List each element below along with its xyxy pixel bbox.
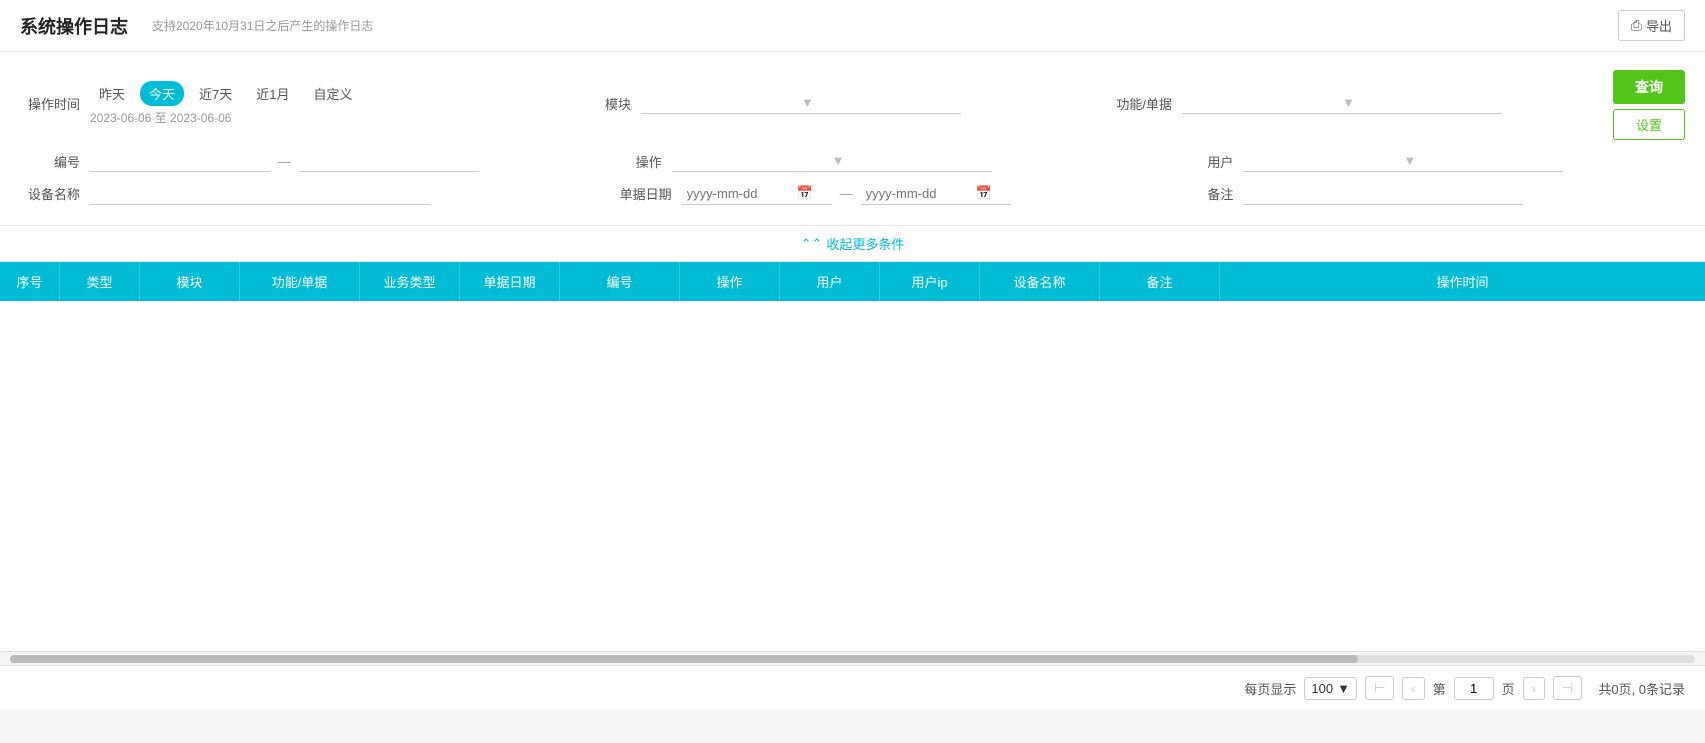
remark-label: 备注 [1163,184,1243,203]
time-filter-group: 操作时间 昨天 今天 近7天 近1月 自定义 2023-06-06 至 2023… [20,81,511,126]
col-type: 类型 [60,262,140,301]
col-module: 模块 [140,262,240,301]
number-start-input[interactable] [90,150,270,172]
function-label: 功能/单据 [1102,94,1182,113]
date-end-wrap: 📅 [861,182,1011,205]
last-page-button[interactable]: ⊣ [1553,676,1582,700]
filter-row-2: 编号 — 操作 ▼ 用户 ▼ [20,150,1685,172]
page-size-value: 100 [1311,681,1333,696]
user-label: 用户 [1163,152,1243,171]
col-device: 设备名称 [980,262,1100,301]
calendar-start-icon[interactable]: 📅 [797,185,813,201]
col-function: 功能/单据 [240,262,360,301]
time-btn-7days[interactable]: 近7天 [190,81,241,106]
export-icon: ⎙ [1631,17,1642,34]
col-code: 编号 [560,262,680,301]
col-date: 单据日期 [460,262,560,301]
page-header: 系统操作日志 支持2020年10月31日之后产生的操作日志 ⎙ 导出 [0,0,1705,52]
empty-state [0,301,1705,651]
col-remark: 备注 [1100,262,1220,301]
page-size-label: 每页显示 [1244,679,1296,698]
operation-filter-group: 操作 ▼ [602,150,1124,172]
collapse-chevron-icon: ⌃⌃ [801,236,823,252]
horizontal-scrollbar[interactable] [0,651,1705,665]
function-filter-group: 功能/单据 ▼ [1102,92,1593,114]
pagination-bar: 每页显示 100 ▼ ⊢ ‹ 第 页 › ⊣ 共0页, 0条记录 [0,665,1705,710]
date-end-input[interactable] [866,186,976,201]
time-btn-yesterday[interactable]: 昨天 [90,81,134,106]
export-button[interactable]: ⎙ 导出 [1618,10,1685,41]
date-start-wrap: 📅 [682,182,832,205]
col-number: 序号 [0,262,60,301]
user-dropdown[interactable]: ▼ [1243,150,1563,172]
settings-button[interactable]: 设置 [1613,109,1685,140]
page-size-select[interactable]: 100 ▼ [1304,677,1357,700]
time-range-text: 2023-06-06 至 2023-06-06 [90,109,362,126]
time-btn-today[interactable]: 今天 [140,81,184,106]
module-label: 模块 [571,94,641,113]
date-filter-group: 单据日期 📅 — 📅 [602,182,1124,205]
filter-row-1: 操作时间 昨天 今天 近7天 近1月 自定义 2023-06-06 至 2023… [20,66,1685,140]
device-filter-group: 设备名称 [20,183,542,205]
col-user: 用户 [780,262,880,301]
scrollbar-thumb[interactable] [10,655,1358,663]
user-arrow-icon: ▼ [1403,153,1558,168]
scrollbar-track [10,655,1695,663]
number-dash: — [278,154,291,169]
table-container: 序号 类型 模块 功能/单据 业务类型 单据日期 编号 操作 用户 用户ip 设… [0,262,1705,651]
next-page-button[interactable]: › [1523,677,1545,700]
time-options: 昨天 今天 近7天 近1月 自定义 [90,81,362,106]
time-btn-custom[interactable]: 自定义 [305,81,362,106]
date-start-input[interactable] [687,186,797,201]
function-arrow-icon: ▼ [1342,95,1497,110]
operation-label: 操作 [602,152,672,171]
time-btn-1month[interactable]: 近1月 [247,81,298,106]
module-dropdown[interactable]: ▼ [641,92,961,114]
action-buttons: 查询 设置 [1593,70,1685,140]
query-button[interactable]: 查询 [1613,70,1685,104]
remark-filter-group: 备注 [1163,183,1685,205]
collapse-bar[interactable]: ⌃⌃ 收起更多条件 [0,226,1705,262]
time-label: 操作时间 [20,94,90,113]
function-dropdown[interactable]: ▼ [1182,92,1502,114]
operation-arrow-icon: ▼ [832,153,987,168]
date-dash: — [840,186,853,201]
number-label: 编号 [20,152,90,171]
prev-page-button[interactable]: ‹ [1402,677,1424,700]
first-page-button[interactable]: ⊢ [1365,676,1394,700]
filter-row-3: 设备名称 单据日期 📅 — 📅 备注 [20,182,1685,205]
page-label: 第 [1433,679,1446,698]
user-filter-group: 用户 ▼ [1163,150,1685,172]
collapse-label: 收起更多条件 [826,234,904,253]
total-text: 共0页, 0条记录 [1598,679,1685,698]
device-label: 设备名称 [20,184,90,203]
page-title: 系统操作日志 [20,13,128,39]
number-filter-group: 编号 — [20,150,542,172]
page-unit: 页 [1502,679,1515,698]
device-input[interactable] [90,183,430,205]
col-optime: 操作时间 [1220,262,1705,301]
page-subtitle: 支持2020年10月31日之后产生的操作日志 [152,17,373,34]
page-size-arrow-icon: ▼ [1337,681,1350,696]
col-userip: 用户ip [880,262,980,301]
remark-input[interactable] [1243,183,1523,205]
operation-dropdown[interactable]: ▼ [672,150,992,172]
col-operation: 操作 [680,262,780,301]
number-end-input[interactable] [299,150,479,172]
page-number-input[interactable] [1454,677,1494,700]
date-label: 单据日期 [602,184,682,203]
col-biztype: 业务类型 [360,262,460,301]
calendar-end-icon[interactable]: 📅 [976,185,992,201]
filter-panel: 操作时间 昨天 今天 近7天 近1月 自定义 2023-06-06 至 2023… [0,52,1705,226]
module-filter-group: 模块 ▼ [571,92,1062,114]
table-body [0,301,1705,651]
module-arrow-icon: ▼ [801,95,956,110]
table-header: 序号 类型 模块 功能/单据 业务类型 单据日期 编号 操作 用户 用户ip 设… [0,262,1705,301]
